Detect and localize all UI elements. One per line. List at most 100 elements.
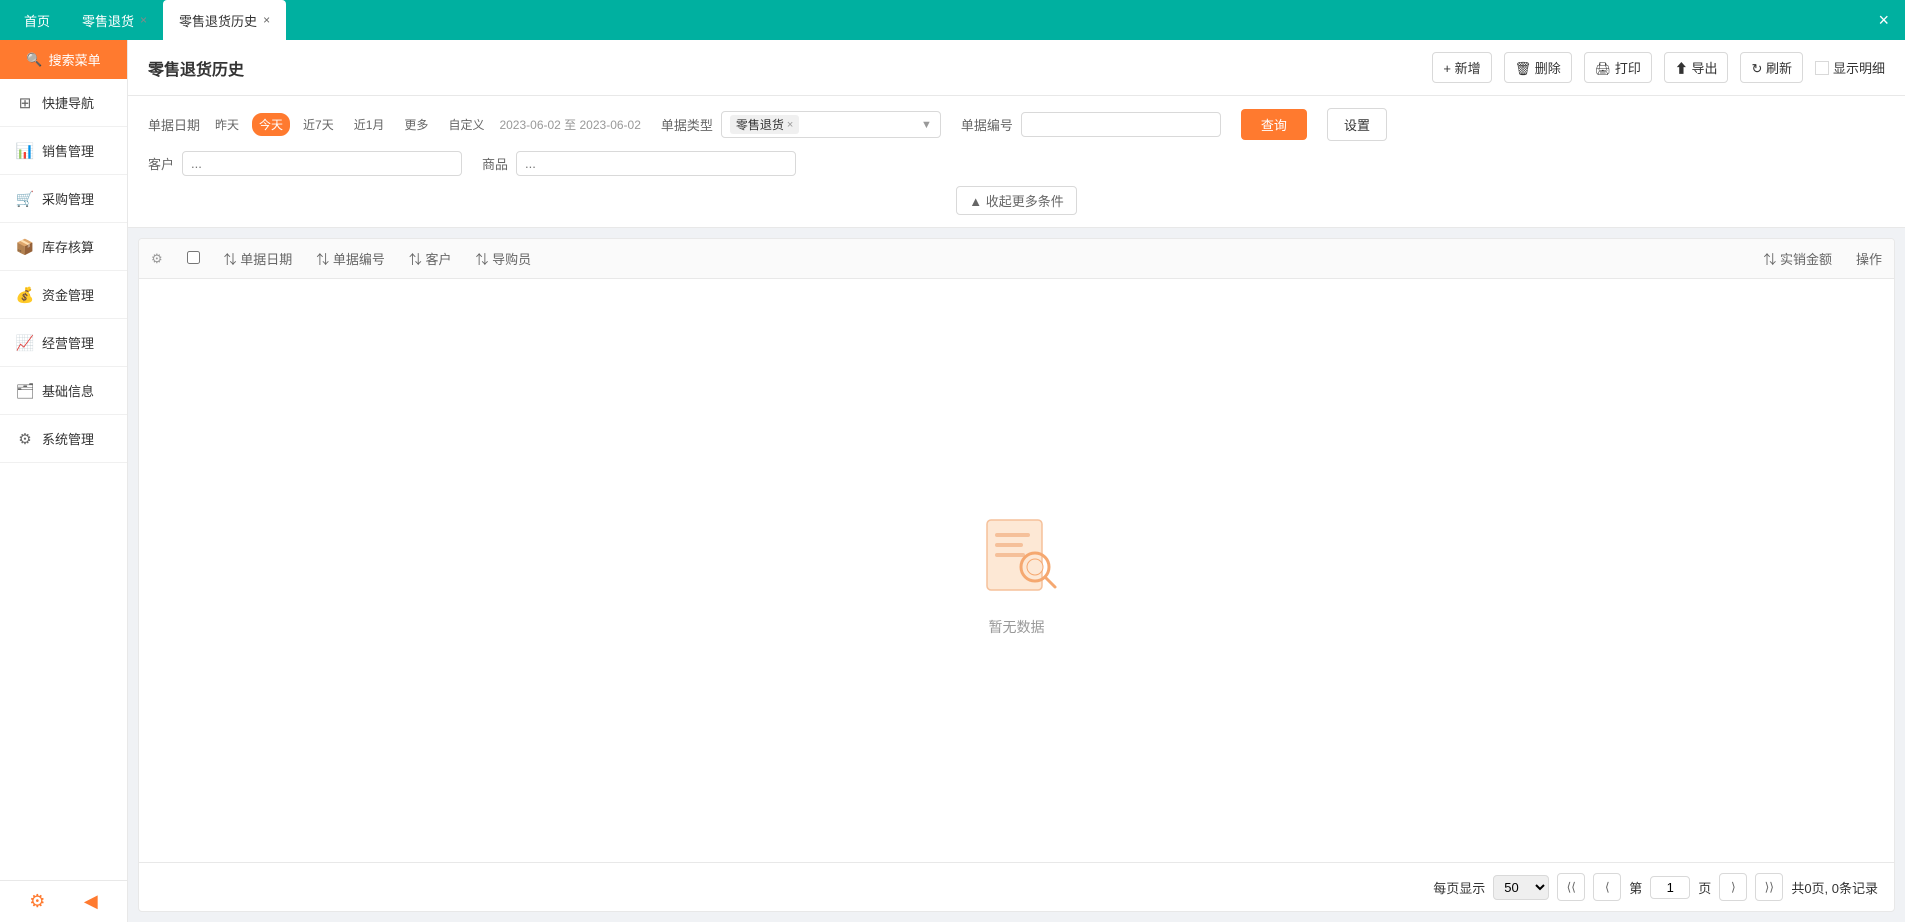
sidebar-item-system[interactable]: ⚙ 系统管理 — [0, 415, 127, 463]
prev-page-button[interactable]: ⟨ — [1593, 873, 1621, 901]
col-date-label: ⇅ 单据日期 — [224, 252, 293, 267]
tab-home-label: 首页 — [24, 11, 50, 30]
refresh-button[interactable]: ↻ 刷新 — [1740, 52, 1803, 83]
sidebar-item-basic-info-label: 基础信息 — [42, 381, 94, 400]
sidebar-item-sales[interactable]: 📊 销售管理 — [0, 127, 127, 175]
page-size-select[interactable]: 50 10 20 100 — [1493, 875, 1549, 900]
date-btn-today[interactable]: 今天 — [252, 113, 290, 136]
first-page-button[interactable]: ⟨⟨ — [1557, 873, 1585, 901]
col-customer: ⇅ 客户 — [397, 239, 464, 279]
col-settings: ⚙ — [139, 239, 175, 279]
sidebar-search[interactable]: 🔍 搜索菜单 — [0, 40, 127, 79]
col-spacer — [543, 239, 1751, 279]
data-table: ⚙ ⇅ 单据日期 ⇅ 单据编号 — [139, 239, 1894, 279]
table-container: ⚙ ⇅ 单据日期 ⇅ 单据编号 — [138, 238, 1895, 912]
number-input[interactable] — [1021, 112, 1221, 137]
goods-filter: 商品 — [482, 151, 796, 176]
type-tag: 零售退货 × — [730, 115, 799, 134]
inventory-icon: 📦 — [16, 238, 34, 256]
page-number-input[interactable] — [1650, 876, 1690, 899]
col-amount: ⇅ 实销金额 — [1751, 239, 1844, 279]
setting-button[interactable]: 设置 — [1327, 108, 1387, 141]
col-amount-label: ⇅ 实销金额 — [1763, 252, 1832, 267]
date-filter-label: 单据日期 — [148, 115, 200, 134]
sidebar-item-purchase[interactable]: 🛒 采购管理 — [0, 175, 127, 223]
goods-filter-label: 商品 — [482, 154, 508, 173]
purchase-icon: 🛒 — [16, 190, 34, 208]
display-toggle-label: 显示明细 — [1833, 58, 1885, 77]
date-filter: 单据日期 昨天 今天 近7天 近1月 更多 自定义 2023-06-02 至 2… — [148, 113, 641, 136]
sidebar-item-purchase-label: 采购管理 — [42, 189, 94, 208]
delete-button[interactable]: 🗑 删除 — [1504, 52, 1572, 83]
sidebar-settings-icon[interactable]: ⚙ — [29, 891, 45, 912]
finance-icon: 💰 — [16, 286, 34, 304]
filter-area: 单据日期 昨天 今天 近7天 近1月 更多 自定义 2023-06-02 至 2… — [128, 96, 1905, 228]
empty-illustration — [967, 505, 1067, 605]
tab-return[interactable]: 零售退货 × — [66, 0, 163, 40]
collapse-button[interactable]: ▲ 收起更多条件 — [956, 186, 1076, 215]
filter-collapse-area: ▲ 收起更多条件 — [148, 186, 1885, 215]
col-operation: 操作 — [1844, 239, 1894, 279]
col-date: ⇅ 单据日期 — [212, 239, 305, 279]
sidebar-item-quick-nav[interactable]: ⊞ 快捷导航 — [0, 79, 127, 127]
sidebar-item-operations[interactable]: 📈 经营管理 — [0, 319, 127, 367]
search-icon: 🔍 — [26, 52, 42, 68]
quick-nav-icon: ⊞ — [16, 94, 34, 112]
new-button[interactable]: + 新增 — [1432, 52, 1491, 83]
type-tag-value: 零售退货 — [736, 116, 784, 133]
page-go-label: 第 — [1629, 878, 1642, 897]
type-select[interactable]: 零售退货 × ▼ — [721, 111, 941, 138]
table-settings-icon[interactable]: ⚙ — [151, 251, 163, 266]
table-header-row: ⚙ ⇅ 单据日期 ⇅ 单据编号 — [139, 239, 1894, 279]
display-toggle[interactable]: 显示明细 — [1815, 58, 1885, 77]
date-btn-custom[interactable]: 自定义 — [441, 113, 491, 136]
col-checkbox — [175, 239, 212, 279]
sidebar-collapse-icon[interactable]: ◀ — [84, 891, 98, 912]
date-btn-1month[interactable]: 近1月 — [347, 113, 392, 136]
system-icon: ⚙ — [16, 430, 34, 448]
type-filter: 单据类型 零售退货 × ▼ — [661, 111, 941, 138]
display-toggle-checkbox[interactable] — [1815, 61, 1829, 75]
tab-return-close[interactable]: × — [140, 13, 147, 27]
date-btn-yesterday[interactable]: 昨天 — [208, 113, 246, 136]
sidebar-item-finance[interactable]: 💰 资金管理 — [0, 271, 127, 319]
empty-state: 暂无数据 — [139, 279, 1894, 862]
sidebar-item-quick-nav-label: 快捷导航 — [42, 93, 94, 112]
page-size-label: 每页显示 — [1433, 878, 1485, 897]
select-all-checkbox[interactable] — [187, 251, 200, 264]
number-filter-label: 单据编号 — [961, 115, 1013, 134]
query-button[interactable]: 查询 — [1241, 109, 1307, 140]
goods-input[interactable] — [516, 151, 796, 176]
tab-return-history[interactable]: 零售退货历史 × — [163, 0, 286, 40]
sidebar-item-basic-info[interactable]: 🗂 基础信息 — [0, 367, 127, 415]
last-page-button[interactable]: ⟩⟩ — [1755, 873, 1783, 901]
page-unit: 页 — [1698, 878, 1711, 897]
sidebar-item-inventory-label: 库存核算 — [42, 237, 94, 256]
window-close-button[interactable]: × — [1870, 10, 1897, 31]
date-btn-more[interactable]: 更多 — [397, 113, 435, 136]
type-tag-close[interactable]: × — [787, 119, 793, 131]
col-number: ⇅ 单据编号 — [304, 239, 397, 279]
sidebar-item-inventory[interactable]: 📦 库存核算 — [0, 223, 127, 271]
next-page-button[interactable]: ⟩ — [1719, 873, 1747, 901]
page-title: 零售退货历史 — [148, 56, 244, 92]
number-filter: 单据编号 — [961, 112, 1221, 137]
sidebar-bottom: ⚙ ◀ — [0, 880, 127, 922]
col-customer-label: ⇅ 客户 — [409, 252, 452, 267]
print-button[interactable]: 🖨 打印 — [1584, 52, 1652, 83]
date-btn-7days[interactable]: 近7天 — [296, 113, 341, 136]
filter-row-2: 客户 商品 — [148, 151, 1885, 176]
type-select-arrow: ▼ — [921, 119, 932, 131]
sidebar-item-finance-label: 资金管理 — [42, 285, 94, 304]
sidebar-item-system-label: 系统管理 — [42, 429, 94, 448]
tab-return-history-close[interactable]: × — [263, 13, 270, 27]
sidebar-search-label: 搜索菜单 — [49, 50, 101, 69]
col-guide: ⇅ 导购员 — [464, 239, 544, 279]
tab-return-history-label: 零售退货历史 — [179, 11, 257, 30]
customer-input[interactable] — [182, 151, 462, 176]
date-range-text: 2023-06-02 至 2023-06-02 — [499, 116, 640, 133]
col-guide-label: ⇅ 导购员 — [476, 252, 532, 267]
tab-home[interactable]: 首页 — [8, 0, 66, 40]
filter-row-1: 单据日期 昨天 今天 近7天 近1月 更多 自定义 2023-06-02 至 2… — [148, 108, 1885, 141]
export-button[interactable]: ⬆ 导出 — [1664, 52, 1729, 83]
